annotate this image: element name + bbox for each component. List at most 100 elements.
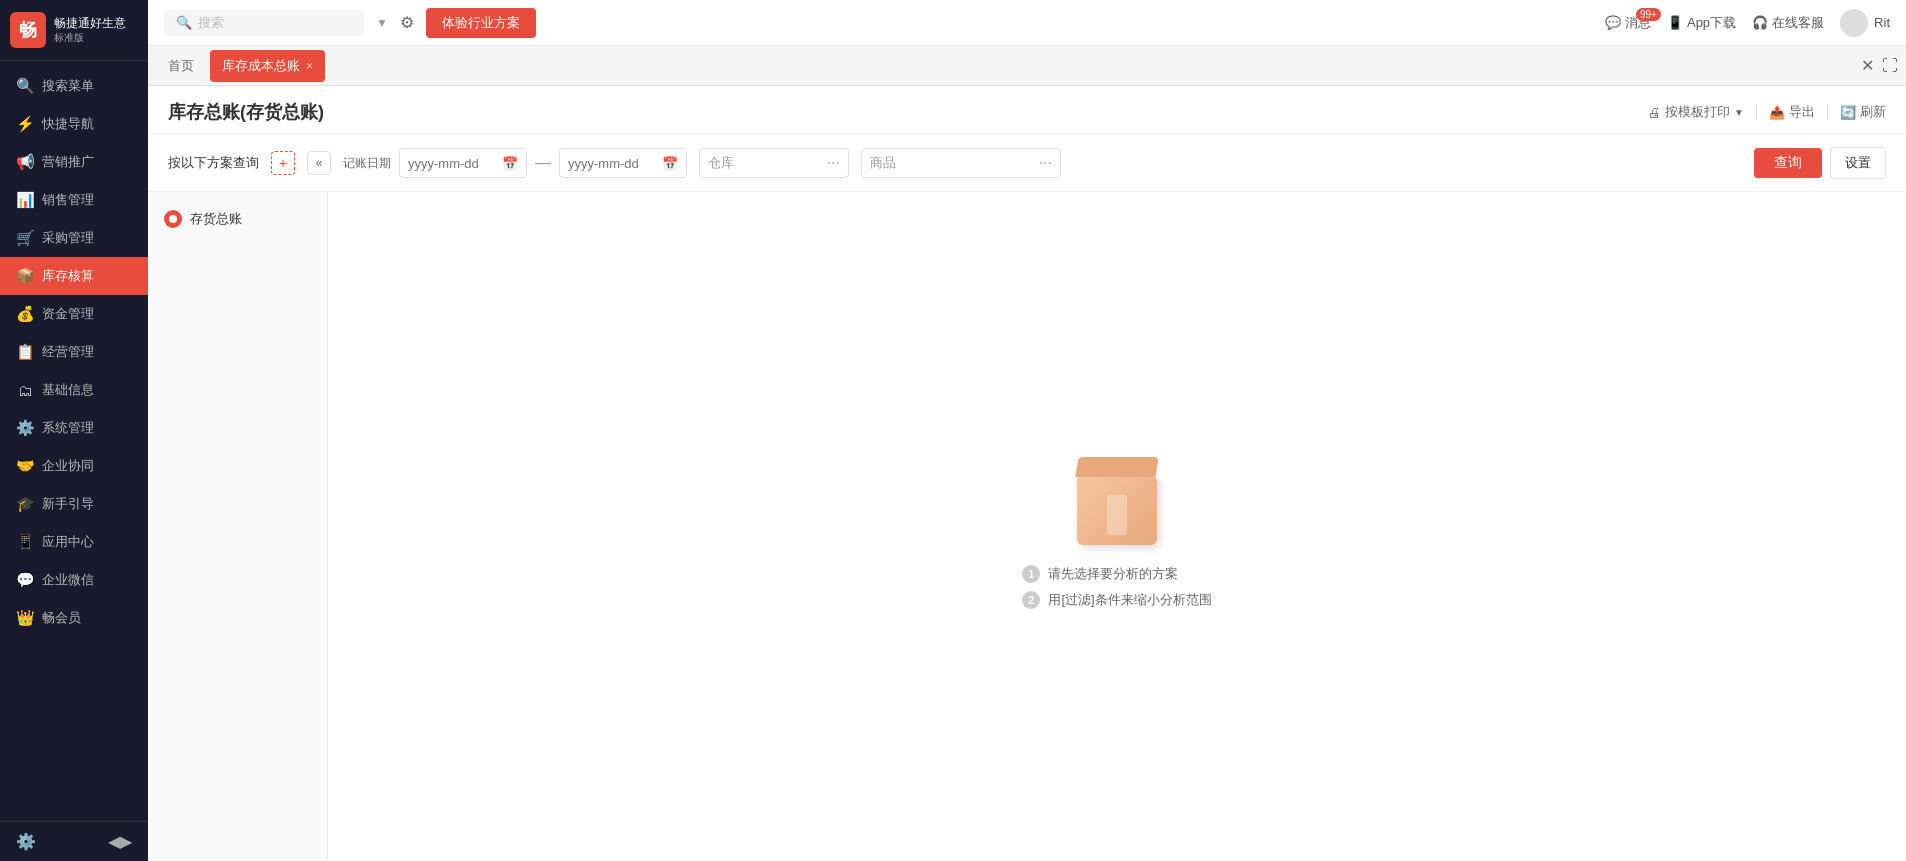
tab-inventory-label: 库存成本总账: [222, 57, 300, 75]
expand-panel-btn[interactable]: ⛶: [1882, 57, 1898, 75]
tabbar-right: ✕ ⛶: [1861, 56, 1898, 75]
date-from-field[interactable]: 📅: [399, 148, 527, 178]
gear-icon[interactable]: ⚙: [400, 13, 414, 32]
sidebar-bottom: ⚙️ ◀▶: [0, 821, 148, 861]
settings-bottom-icon[interactable]: ⚙️: [16, 832, 36, 851]
tip-text-1: 请先选择要分析的方案: [1048, 565, 1178, 583]
print-btn[interactable]: 🖨 按模板打印 ▼: [1648, 103, 1744, 121]
sidebar-item-sales[interactable]: 📊销售管理: [0, 181, 148, 219]
sidebar-label-finance: 资金管理: [42, 305, 94, 323]
goods-placeholder: 商品: [870, 154, 896, 172]
sidebar-item-basic[interactable]: 🗂基础信息: [0, 371, 148, 409]
brand-name: 畅捷通好生意: [54, 15, 126, 32]
sidebar-label-marketing: 营销推广: [42, 153, 94, 171]
sidebar-label-corpwechat: 企业微信: [42, 571, 94, 589]
content-body: 存货总账 1 请先选择要分析的方案: [148, 192, 1906, 861]
scheme-item-icon: [164, 210, 182, 228]
warehouse-field[interactable]: 仓库 ···: [699, 148, 849, 178]
sidebar-item-system[interactable]: ⚙️系统管理: [0, 409, 148, 447]
scheme-sidebar: 存货总账: [148, 192, 328, 861]
goods-field[interactable]: 商品 ···: [861, 148, 1061, 178]
sidebar-icon-enterprise: 🤝: [16, 457, 34, 475]
empty-tip-2: 2 用[过滤]条件来缩小分析范围: [1022, 591, 1211, 609]
tabbar: 首页 库存成本总账 × ✕ ⛶: [148, 46, 1906, 86]
online-service-label: 在线客服: [1772, 14, 1824, 32]
sidebar-icon-finance: 💰: [16, 305, 34, 323]
sidebar-item-marketing[interactable]: 📢 营销推广: [0, 143, 148, 181]
sidebar-icon-marketing: 📢: [16, 153, 34, 171]
user-avatar: [1840, 9, 1868, 37]
divider-1: [1756, 104, 1757, 120]
warehouse-more-icon[interactable]: ···: [827, 154, 840, 172]
refresh-btn[interactable]: 🔄 刷新: [1840, 103, 1886, 121]
box-top: [1075, 457, 1159, 477]
tip-text-2: 用[过滤]条件来缩小分析范围: [1048, 591, 1211, 609]
tab-close-icon[interactable]: ×: [306, 59, 313, 73]
sidebar-icon-search: 🔍: [16, 77, 34, 95]
content-main: 1 请先选择要分析的方案 2 用[过滤]条件来缩小分析范围: [328, 192, 1906, 861]
sidebar-item-purchase[interactable]: 🛒采购管理: [0, 219, 148, 257]
sidebar-item-corpwechat[interactable]: 💬企业微信: [0, 561, 148, 599]
collapse-sidebar-icon[interactable]: ◀▶: [108, 832, 132, 851]
scheme-item-inventory[interactable]: 存货总账: [148, 202, 327, 236]
app-download-btn[interactable]: 📱 App下载: [1667, 14, 1736, 32]
page-title: 库存总账(存货总账): [168, 100, 324, 124]
sidebar: 畅 畅捷通好生意 标准版 🔍 搜索菜单 ⚡快捷导航 📢 营销推广 📊销售管理🛒采购管理📦库…: [0, 0, 148, 861]
sidebar-logo: 畅 畅捷通好生意 标准版: [0, 0, 148, 61]
sidebar-icon-vip: 👑: [16, 609, 34, 627]
user-profile[interactable]: Rit: [1840, 9, 1890, 37]
page-header: 库存总账(存货总账) 🖨 按模板打印 ▼ 📤 导出 🔄 刷新: [148, 86, 1906, 135]
sidebar-item-quicknav[interactable]: ⚡快捷导航: [0, 105, 148, 143]
tab-home[interactable]: 首页: [156, 50, 206, 82]
sidebar-item-search[interactable]: 🔍 搜索菜单: [0, 67, 148, 105]
sidebar-item-appcenter[interactable]: 📱应用中心: [0, 523, 148, 561]
online-service-btn[interactable]: 🎧 在线客服: [1752, 14, 1824, 32]
settings-btn[interactable]: 设置: [1830, 147, 1886, 179]
sidebar-label-quicknav: 快捷导航: [42, 115, 94, 133]
content-area: 库存总账(存货总账) 🖨 按模板打印 ▼ 📤 导出 🔄 刷新: [148, 86, 1906, 861]
box-highlight: [1107, 495, 1127, 535]
date-field-label: 记账日期: [343, 155, 391, 172]
filter-actions: 查询 设置: [1754, 147, 1886, 179]
page-header-actions: 🖨 按模板打印 ▼ 📤 导出 🔄 刷新: [1648, 103, 1886, 121]
date-filter-group: 记账日期 📅 — 📅: [343, 148, 687, 178]
date-from-input[interactable]: [408, 156, 498, 171]
filter-collapse-btn[interactable]: «: [307, 151, 331, 175]
message-btn[interactable]: 💬 消息 99+: [1605, 14, 1651, 32]
search-box[interactable]: 🔍 搜索: [164, 10, 364, 36]
tab-inventory-ledger[interactable]: 库存成本总账 ×: [210, 50, 325, 82]
sidebar-item-vip[interactable]: 👑畅会员: [0, 599, 148, 637]
goods-more-icon[interactable]: ···: [1039, 154, 1052, 172]
industry-btn[interactable]: 体验行业方案: [426, 8, 536, 38]
refresh-icon: 🔄: [1840, 105, 1856, 120]
sidebar-item-inventory[interactable]: 📦库存核算: [0, 257, 148, 295]
filter-add-btn[interactable]: +: [271, 151, 295, 175]
date-to-field[interactable]: 📅: [559, 148, 687, 178]
svg-point-0: [169, 215, 177, 223]
sidebar-item-enterprise[interactable]: 🤝 企业协同: [0, 447, 148, 485]
tab-home-label: 首页: [168, 57, 194, 75]
sidebar-label-sales: 销售管理: [42, 191, 94, 209]
message-icon: 💬: [1605, 15, 1621, 30]
empty-tip-1: 1 请先选择要分析的方案: [1022, 565, 1211, 583]
sidebar-item-finance[interactable]: 💰 资金管理: [0, 295, 148, 333]
sidebar-item-operation[interactable]: 📋经营管理: [0, 333, 148, 371]
query-btn[interactable]: 查询: [1754, 148, 1822, 178]
date-to-input[interactable]: [568, 156, 658, 171]
close-panel-btn[interactable]: ✕: [1861, 56, 1874, 75]
empty-tips: 1 请先选择要分析的方案 2 用[过滤]条件来缩小分析范围: [1022, 565, 1211, 609]
sidebar-label-search: 搜索菜单: [42, 77, 94, 95]
filter-label: 按以下方案查询: [168, 154, 259, 172]
sidebar-label-system: 系统管理: [42, 419, 94, 437]
sidebar-icon-newbie: 🎓: [16, 495, 34, 513]
sidebar-label-enterprise: 企业协同: [42, 457, 94, 475]
calendar-from-icon[interactable]: 📅: [502, 156, 518, 171]
sidebar-item-newbie[interactable]: 🎓新手引导: [0, 485, 148, 523]
topbar-right: 💬 消息 99+ 📱 App下载 🎧 在线客服 Rit: [1605, 9, 1890, 37]
logo-icon: 畅: [10, 12, 46, 48]
export-btn[interactable]: 📤 导出: [1769, 103, 1815, 121]
dropdown-chevron-icon[interactable]: ▼: [376, 16, 388, 30]
sidebar-label-basic: 基础信息: [42, 381, 94, 399]
print-icon: 🖨: [1648, 105, 1661, 120]
calendar-to-icon[interactable]: 📅: [662, 156, 678, 171]
